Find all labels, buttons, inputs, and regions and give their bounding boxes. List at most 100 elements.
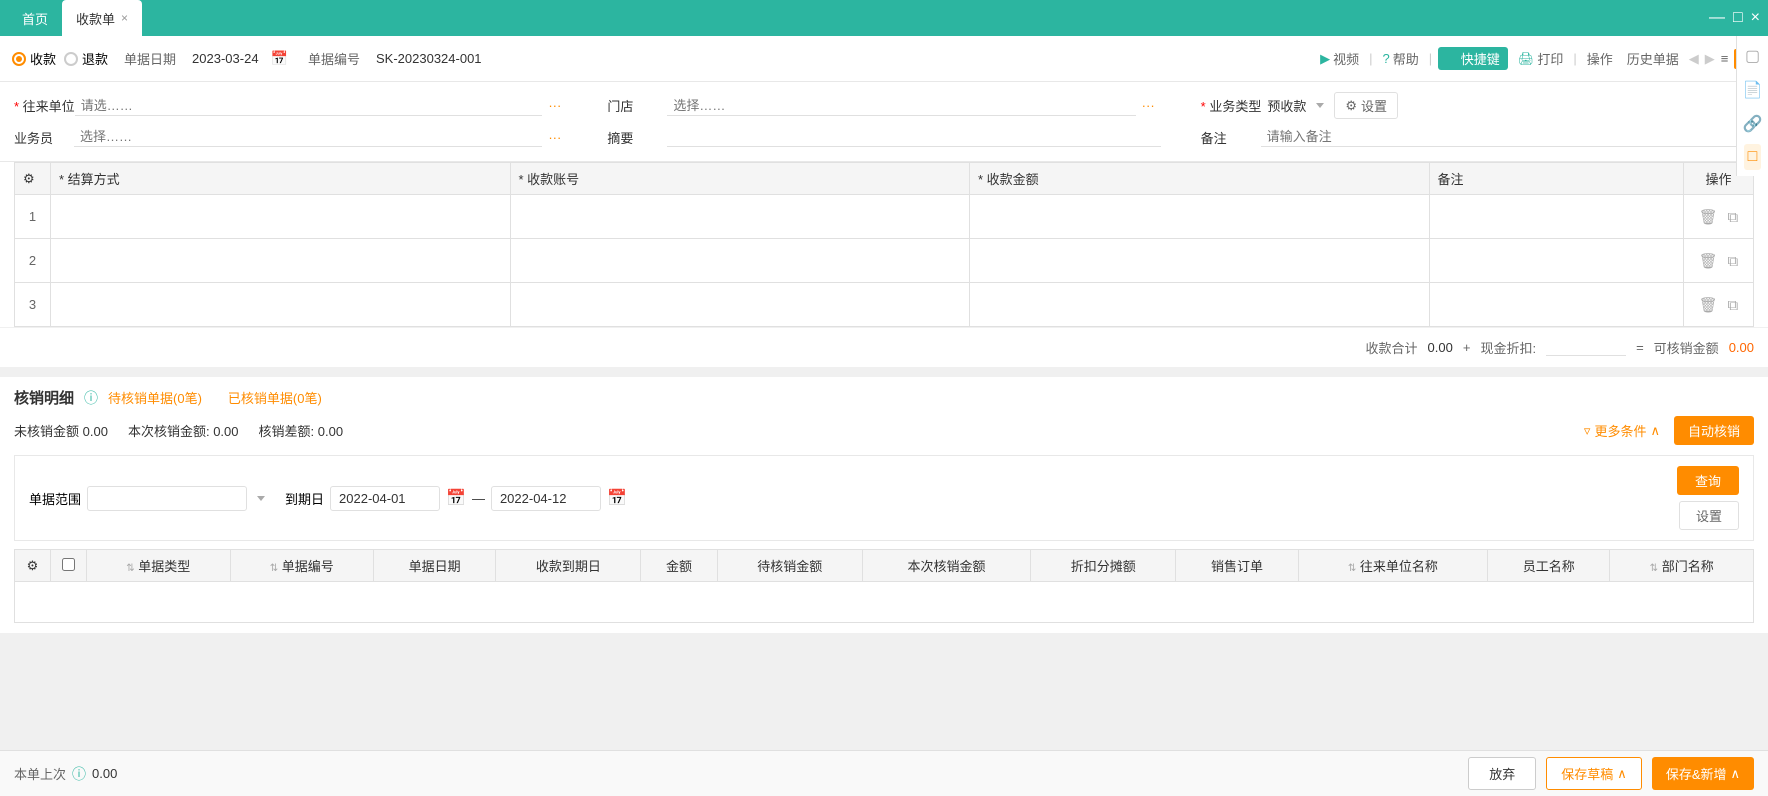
video-btn[interactable]: ▶ 视频: [1316, 47, 1363, 70]
range-field: 单据范围: [29, 486, 265, 511]
available-value: 0.00: [1729, 340, 1754, 355]
total-value: 0.00: [1428, 340, 1453, 355]
receipts-table: ⚙ * 结算方式 * 收款账号 * 收款金额 备注 操作: [14, 162, 1754, 327]
account-cell[interactable]: [510, 283, 970, 327]
query-settings-btn[interactable]: 设置: [1679, 501, 1739, 530]
footer-left: 本单上次 ⓘ 0.00: [14, 764, 117, 784]
table-gear-th[interactable]: ⚙: [15, 163, 51, 195]
unverified-stat: 未核销金额 0.00: [14, 421, 108, 440]
delete-icon[interactable]: 🗑: [1699, 209, 1718, 226]
delete-icon[interactable]: 🗑: [1699, 297, 1718, 314]
copy-icon[interactable]: ⧉: [1727, 297, 1738, 314]
calendar-icon[interactable]: 📅: [271, 50, 288, 67]
range-select[interactable]: [87, 486, 247, 511]
pending-tab[interactable]: 待核销单据(0笔): [108, 388, 202, 407]
settlement-cell[interactable]: [51, 195, 511, 239]
video-icon: ▶: [1320, 51, 1330, 67]
biz-dropdown-icon[interactable]: [1316, 103, 1324, 108]
amount-cell[interactable]: [970, 283, 1430, 327]
toolbar: 收款 退款 单据日期 2023-03-24 📅 单据编号 SK-20230324…: [0, 36, 1768, 82]
biz-value-text: 预收款: [1261, 96, 1312, 115]
help-icon: ?: [1382, 51, 1389, 66]
save-btn[interactable]: 保存&新增 ∧: [1652, 757, 1754, 790]
close-window-icon[interactable]: ×: [1751, 9, 1760, 27]
discount-label: 现金折扣:: [1480, 338, 1536, 357]
footer-right: 放弃 保存草稿 ∧ 保存&新增 ∧: [1468, 757, 1754, 790]
remark-cell[interactable]: [1429, 283, 1684, 327]
account-cell[interactable]: [510, 239, 970, 283]
help-btn[interactable]: ? 帮助: [1378, 47, 1422, 70]
remark-cell[interactable]: [1429, 195, 1684, 239]
date-from-input[interactable]: [330, 486, 440, 511]
date-label: 单据日期: [124, 49, 176, 68]
amount-cell[interactable]: [970, 195, 1430, 239]
detail-order-th: 销售订单: [1176, 550, 1298, 582]
sidebar-table-icon[interactable]: ▢: [1741, 42, 1764, 70]
detail-gear-th[interactable]: ⚙: [15, 550, 51, 582]
cal-to-icon[interactable]: 📅: [607, 488, 627, 508]
radio-tui[interactable]: 退款: [64, 49, 108, 68]
detail-check-all[interactable]: [62, 558, 75, 571]
hexiao-info-icon[interactable]: ⓘ: [84, 388, 98, 408]
more-conditions-btn[interactable]: ▿ 更多条件 ∧: [1584, 421, 1660, 440]
layout-icon[interactable]: ≡: [1721, 51, 1729, 66]
footer: 本单上次 ⓘ 0.00 放弃 保存草稿 ∧ 保存&新增 ∧: [0, 750, 1768, 796]
tab-home[interactable]: 首页: [8, 0, 62, 36]
history-btn[interactable]: 历史单据: [1623, 47, 1683, 70]
num-label: 单据编号: [308, 49, 360, 68]
unit-more-icon[interactable]: ···: [542, 98, 567, 113]
tab-close-icon[interactable]: ×: [121, 11, 128, 25]
shop-input[interactable]: [667, 96, 1135, 116]
copy-icon[interactable]: ⧉: [1727, 253, 1738, 270]
query-right: 查询 设置: [1677, 466, 1739, 530]
amount-cell[interactable]: [970, 239, 1430, 283]
auto-hexiao-btn[interactable]: 自动核销: [1674, 416, 1754, 445]
sidebar-link-icon[interactable]: 🔗: [1739, 110, 1767, 138]
done-tab[interactable]: 已核销单据(0笔): [228, 388, 322, 407]
shop-more-icon[interactable]: ···: [1136, 98, 1161, 113]
discount-input[interactable]: [1546, 340, 1626, 356]
hexiao-title: 核销明细: [14, 387, 74, 408]
remark-input[interactable]: [1261, 127, 1754, 147]
staff-more-icon[interactable]: ···: [542, 130, 567, 145]
date-to-input[interactable]: [491, 486, 601, 511]
footer-info-icon[interactable]: ⓘ: [72, 764, 86, 784]
hexiao-section: 核销明细 ⓘ 待核销单据(0笔) 已核销单据(0笔) 未核销金额 0.00 本次…: [0, 377, 1768, 633]
ops-btn[interactable]: 操作: [1583, 47, 1617, 70]
sidebar-expand-icon[interactable]: □: [1744, 144, 1762, 170]
num-value: SK-20230324-001: [376, 51, 482, 66]
empty-row: [15, 582, 1754, 623]
remark-cell[interactable]: [1429, 239, 1684, 283]
maximize-icon[interactable]: □: [1733, 9, 1743, 27]
amount-th: * 收款金额: [970, 163, 1430, 195]
detail-check-th[interactable]: [51, 550, 87, 582]
shortcut-btn[interactable]: ☷ 快捷键: [1438, 47, 1508, 70]
delete-icon[interactable]: 🗑: [1699, 253, 1718, 270]
copy-icon[interactable]: ⧉: [1727, 209, 1738, 226]
draft-btn[interactable]: 保存草稿 ∧: [1546, 757, 1642, 790]
account-cell[interactable]: [510, 195, 970, 239]
radio-shou[interactable]: 收款: [12, 49, 56, 68]
summary-input[interactable]: [667, 127, 1160, 147]
detail-unit-th: ⇅ 往来单位名称: [1298, 550, 1488, 582]
tab-active[interactable]: 收款单 ×: [62, 0, 142, 36]
row-num: 2: [15, 239, 51, 283]
query-btn[interactable]: 查询: [1677, 466, 1739, 495]
row-num: 3: [15, 283, 51, 327]
settlement-cell[interactable]: [51, 239, 511, 283]
receipts-table-wrap: ⚙ * 结算方式 * 收款账号 * 收款金额 备注 操作: [0, 162, 1768, 327]
print-btn[interactable]: 🖨 打印: [1514, 47, 1568, 70]
this-time-stat: 本次核销金额: 0.00: [128, 421, 239, 440]
staff-input[interactable]: [74, 127, 542, 147]
minimize-icon[interactable]: —: [1709, 9, 1725, 27]
settings-btn[interactable]: ⚙ 设置: [1334, 92, 1398, 119]
unit-input[interactable]: [75, 96, 543, 116]
detail-table-wrap: ⚙ ⇅ 单据类型 ⇅ 单据编号: [14, 549, 1754, 623]
table-row: 3 🗑 ⧉: [15, 283, 1754, 327]
sidebar-doc-icon[interactable]: 📄: [1739, 76, 1767, 104]
cal-from-icon[interactable]: 📅: [446, 488, 466, 508]
radio-shou-label: 收款: [30, 49, 56, 68]
shop-label: 门店: [607, 96, 667, 115]
settlement-cell[interactable]: [51, 283, 511, 327]
discard-btn[interactable]: 放弃: [1468, 757, 1536, 790]
